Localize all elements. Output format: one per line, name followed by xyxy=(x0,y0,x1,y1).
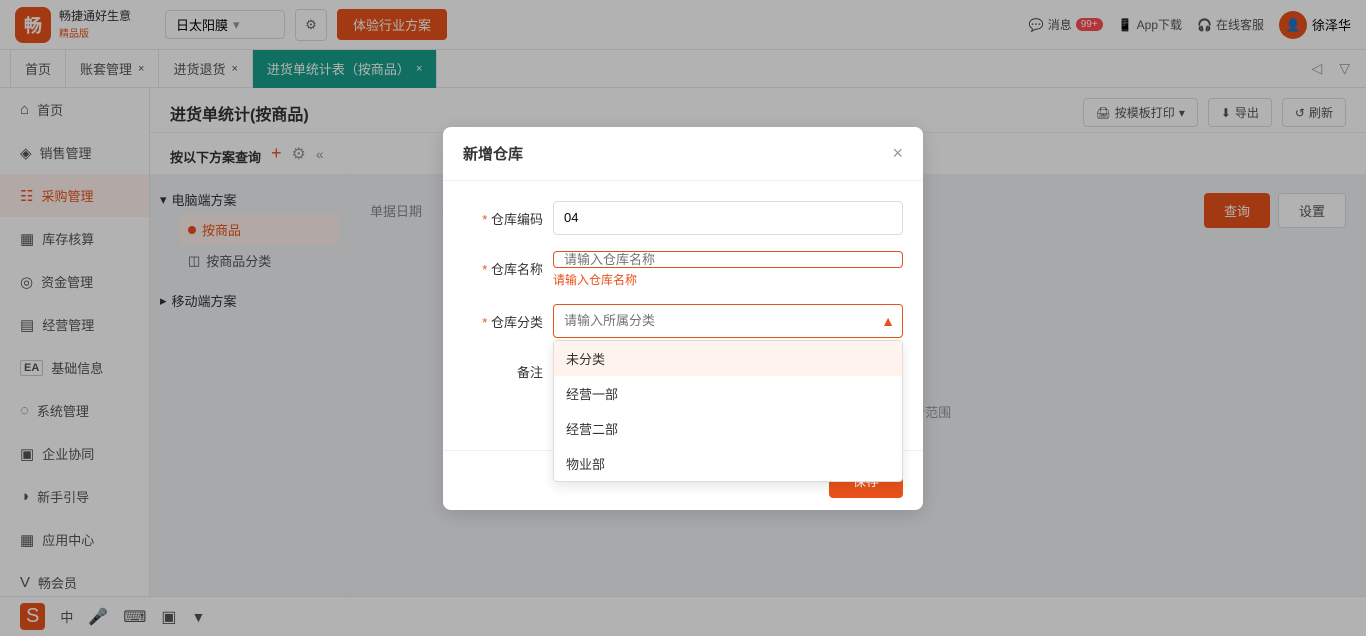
option-uncategorized[interactable]: 未分类 xyxy=(554,341,902,376)
code-field-row: * 仓库编码 xyxy=(463,201,903,235)
modal-overlay: 新增仓库 × * 仓库编码 * 仓库名称 请输入仓库名称 xyxy=(0,0,1366,636)
option-dept2[interactable]: 经营二部 xyxy=(554,411,902,446)
category-label: * 仓库分类 xyxy=(463,304,543,331)
category-field-row: * 仓库分类 ▲ 未分类 经营一部 经营二部 物业部 xyxy=(463,304,903,338)
category-dropdown-wrap: ▲ 未分类 经营一部 经营二部 物业部 xyxy=(553,304,903,338)
dropdown-arrow-icon[interactable]: ▲ xyxy=(881,313,895,329)
new-warehouse-modal: 新增仓库 × * 仓库编码 * 仓库名称 请输入仓库名称 xyxy=(443,127,923,510)
modal-title: 新增仓库 xyxy=(463,143,523,164)
modal-body: * 仓库编码 * 仓库名称 请输入仓库名称 * xyxy=(443,181,923,450)
category-input[interactable] xyxy=(553,304,903,338)
note-label: 备注 xyxy=(463,354,543,381)
name-field-row: * 仓库名称 请输入仓库名称 xyxy=(463,251,903,288)
option-dept1[interactable]: 经营一部 xyxy=(554,376,902,411)
modal-close-button[interactable]: × xyxy=(892,143,903,164)
category-dropdown-list: 未分类 经营一部 经营二部 物业部 xyxy=(553,340,903,482)
name-input[interactable] xyxy=(553,251,903,268)
code-label: * 仓库编码 xyxy=(463,201,543,228)
name-field-wrap: 请输入仓库名称 xyxy=(553,251,903,288)
code-input[interactable] xyxy=(553,201,903,235)
name-label: * 仓库名称 xyxy=(463,251,543,278)
name-error-msg: 请输入仓库名称 xyxy=(553,271,903,288)
option-property[interactable]: 物业部 xyxy=(554,446,902,481)
modal-header: 新增仓库 × xyxy=(443,127,923,181)
